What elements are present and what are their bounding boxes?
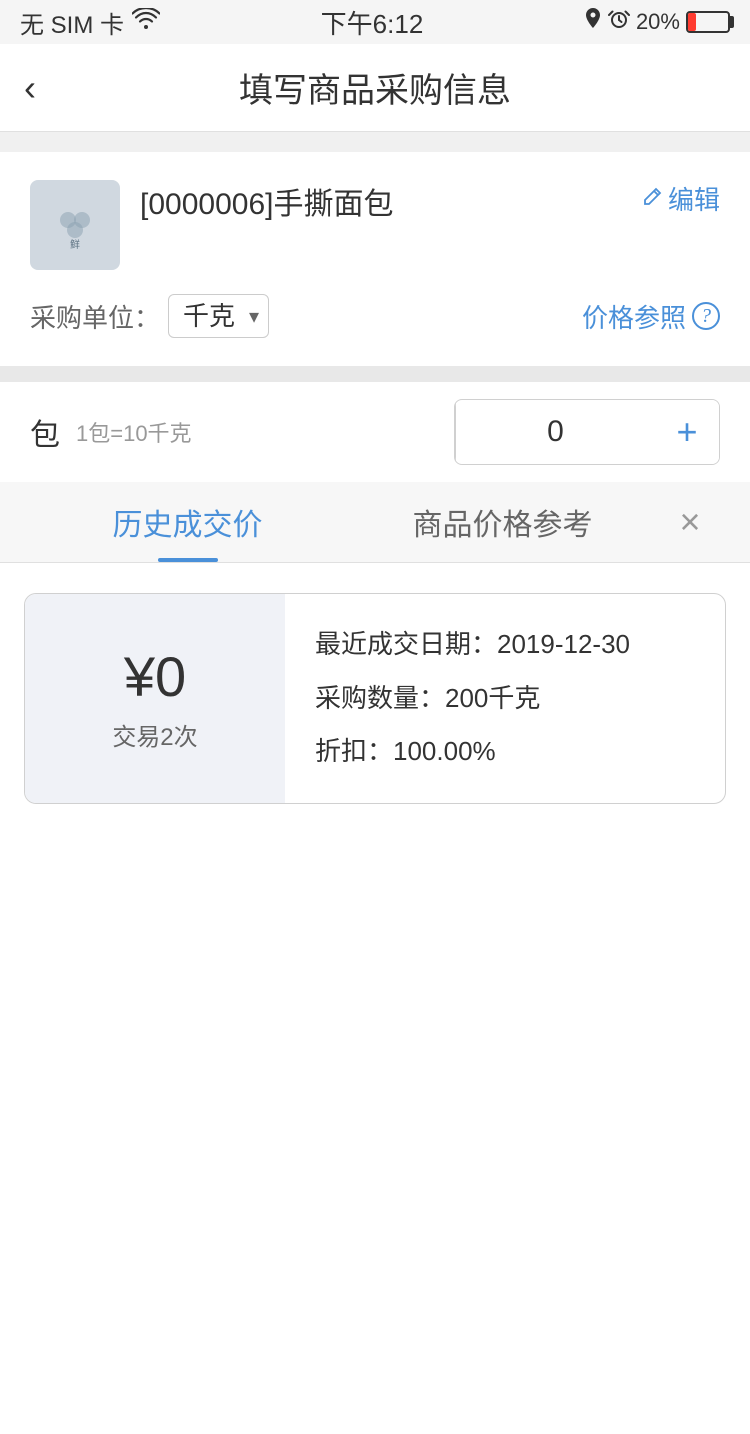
help-icon: ? <box>692 302 720 330</box>
purchase-qty-row: 采购数量：200千克 <box>315 678 695 720</box>
tab-product-label: 商品价格参考 <box>413 500 593 544</box>
status-time: 下午6:12 <box>321 4 424 41</box>
quantity-row: 包 1包=10千克 0 + <box>0 382 750 482</box>
tab-history-price[interactable]: 历史成交价 <box>30 482 345 562</box>
edit-icon <box>642 183 664 214</box>
discount-value: 100.00% <box>393 736 496 766</box>
wifi-icon <box>132 8 160 37</box>
location-icon <box>584 8 602 36</box>
quantity-label: 包 1包=10千克 <box>30 410 192 454</box>
edit-label: 编辑 <box>668 180 720 217</box>
tabs-header: 历史成交价 商品价格参考 × <box>0 482 750 563</box>
currency-symbol: ¥ <box>124 645 155 708</box>
product-bottom: 采购单位： 千克 斤 个 价格参照 ? <box>30 294 720 338</box>
battery-icon <box>686 11 730 33</box>
price-card-right: 最近成交日期：2019-12-30 采购数量：200千克 折扣：100.00% <box>285 594 725 803</box>
product-top: 鲜 [0000006]手撕面包 编辑 <box>30 180 720 270</box>
trade-count: 交易2次 <box>112 717 197 752</box>
edit-button[interactable]: 编辑 <box>642 180 720 217</box>
section-divider <box>0 366 750 382</box>
price-card-left: ¥0 交易2次 <box>25 594 285 803</box>
quantity-control: 0 + <box>454 399 720 465</box>
quantity-hint: 1包=10千克 <box>76 416 192 448</box>
price-reference-btn[interactable]: 价格参照 ? <box>582 298 720 335</box>
price-ref-label: 价格参照 <box>582 298 686 335</box>
tab-close-button[interactable]: × <box>660 482 720 562</box>
svg-text:鲜: 鲜 <box>70 238 80 250</box>
unit-select-wrap[interactable]: 千克 斤 个 <box>168 294 269 338</box>
unit-label: 采购单位： <box>30 298 160 335</box>
battery-percent: 20% <box>636 9 680 35</box>
page-rest <box>0 834 750 1434</box>
no-sim-label: 无 SIM 卡 <box>20 5 124 40</box>
discount-label: 折扣： <box>315 736 393 766</box>
page-header: ‹ 填写商品采购信息 <box>0 44 750 132</box>
purchase-qty-label: 采购数量： <box>315 683 445 713</box>
quantity-plus-button[interactable]: + <box>655 400 719 464</box>
product-image: 鲜 <box>30 180 120 270</box>
tabs-section: 历史成交价 商品价格参考 × ¥0 交易2次 最近成交日期：2019-12-30… <box>0 482 750 834</box>
tab-history-label: 历史成交价 <box>113 500 263 544</box>
unit-select[interactable]: 千克 斤 个 <box>168 294 269 338</box>
back-button[interactable]: ‹ <box>24 67 36 109</box>
price-cards: ¥0 交易2次 最近成交日期：2019-12-30 采购数量：200千克 折扣：… <box>0 563 750 834</box>
alarm-icon <box>608 8 630 36</box>
quantity-value[interactable]: 0 <box>455 400 655 464</box>
price-card-item: ¥0 交易2次 最近成交日期：2019-12-30 采购数量：200千克 折扣：… <box>24 593 726 804</box>
unit-section: 采购单位： 千克 斤 个 <box>30 294 269 338</box>
price-amount: ¥0 <box>124 644 186 709</box>
status-bar: 无 SIM 卡 下午6:12 20% <box>0 0 750 44</box>
status-left: 无 SIM 卡 <box>20 5 160 40</box>
recent-date-label: 最近成交日期： <box>315 629 497 659</box>
status-right: 20% <box>584 8 730 36</box>
product-card: 鲜 [0000006]手撕面包 编辑 采购单位： 千克 斤 个 <box>0 152 750 366</box>
purchase-qty-value: 200千克 <box>445 683 540 713</box>
tab-product-price[interactable]: 商品价格参考 <box>345 482 660 562</box>
quantity-unit: 包 <box>30 410 60 454</box>
discount-row: 折扣：100.00% <box>315 731 695 773</box>
recent-date-row: 最近成交日期：2019-12-30 <box>315 624 695 666</box>
price-value: 0 <box>155 645 186 708</box>
product-info: 鲜 [0000006]手撕面包 <box>30 180 393 270</box>
recent-date-value: 2019-12-30 <box>497 629 630 659</box>
product-name: [0000006]手撕面包 <box>140 180 393 226</box>
page-title: 填写商品采购信息 <box>239 63 511 112</box>
